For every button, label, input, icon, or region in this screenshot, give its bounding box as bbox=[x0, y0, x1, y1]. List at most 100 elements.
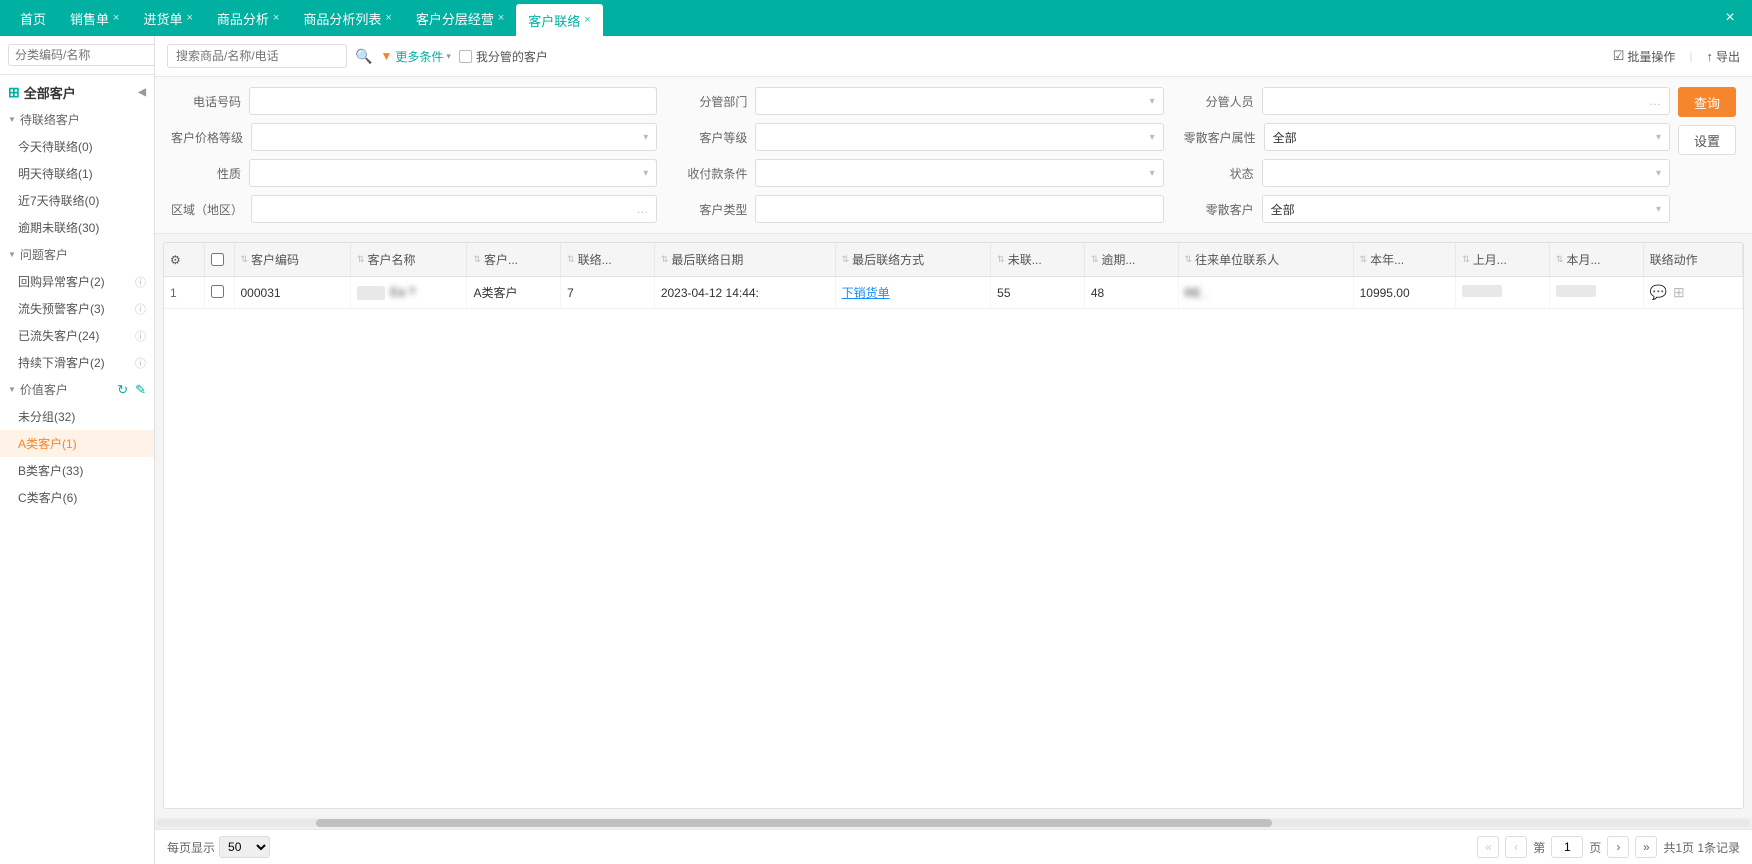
sidebar-item-overdue-contact[interactable]: 逾期未联络(30) bbox=[0, 214, 154, 241]
next-page-button[interactable]: › bbox=[1607, 836, 1629, 858]
scrollbar-track bbox=[157, 819, 1750, 827]
sidebar-item-repurchase-abnormal[interactable]: 回购异常客户(2) ⓘ bbox=[0, 268, 154, 295]
col-header-name[interactable]: ⇅ 客户名称 bbox=[350, 243, 466, 277]
page-number-input[interactable] bbox=[1551, 836, 1583, 858]
info-icon-churn[interactable]: ⓘ bbox=[135, 301, 146, 317]
select-retail[interactable]: 全部 ▾ bbox=[1262, 195, 1670, 223]
col-header-this-year[interactable]: ⇅ 本年... bbox=[1353, 243, 1456, 277]
sidebar-item-c-class[interactable]: C类客户(6) bbox=[0, 484, 154, 511]
query-button[interactable]: 查询 bbox=[1678, 87, 1736, 117]
select-payment[interactable]: ▾ bbox=[755, 159, 1163, 187]
select-dept[interactable]: ▾ bbox=[755, 87, 1163, 115]
customer-name: Ea ? bbox=[390, 285, 415, 299]
first-page-button[interactable]: « bbox=[1477, 836, 1499, 858]
nav-product-analysis[interactable]: 商品分析 × bbox=[205, 0, 291, 36]
chevron-price-level: ▾ bbox=[643, 132, 648, 143]
col-header-contact[interactable]: ⇅ 联络... bbox=[561, 243, 655, 277]
sidebar-item-tomorrow-pending[interactable]: 明天待联络(1) bbox=[0, 160, 154, 187]
sidebar-group-problem-customers[interactable]: ▼ 问题客户 bbox=[0, 241, 154, 268]
label-status: 状态 bbox=[1184, 165, 1254, 182]
sidebar-item-b-class[interactable]: B类客户(33) bbox=[0, 457, 154, 484]
gear-icon[interactable]: ⚙ bbox=[170, 253, 181, 267]
unit-contact-name: RE . bbox=[1185, 286, 1208, 300]
nav-sales[interactable]: 销售单 × bbox=[58, 0, 131, 36]
col-header-this-month[interactable]: ⇅ 本月... bbox=[1549, 243, 1643, 277]
sidebar-item-churned[interactable]: 已流失客户(24) ⓘ bbox=[0, 322, 154, 349]
nav-close-customer-segment[interactable]: × bbox=[498, 12, 504, 24]
col-header-no-contact[interactable]: ⇅ 未联... bbox=[991, 243, 1085, 277]
nav-customer-segment[interactable]: 客户分层经营 × bbox=[404, 0, 516, 36]
sidebar-item-ungrouped[interactable]: 未分组(32) bbox=[0, 403, 154, 430]
cell-checkbox[interactable] bbox=[204, 277, 234, 309]
select-price-level[interactable]: ▾ bbox=[251, 123, 657, 151]
info-icon-churned[interactable]: ⓘ bbox=[135, 328, 146, 344]
contact-method-link[interactable]: 下销货单 bbox=[842, 286, 890, 300]
col-header-overdue[interactable]: ⇅ 逾期... bbox=[1084, 243, 1178, 277]
dots-manager[interactable]: … bbox=[1649, 94, 1661, 108]
input-phone[interactable] bbox=[249, 87, 657, 115]
batch-operation-button[interactable]: ☑ 批量操作 bbox=[1613, 48, 1676, 65]
select-nature[interactable]: ▾ bbox=[249, 159, 657, 187]
nav-close-sales[interactable]: × bbox=[113, 12, 119, 24]
select-all-checkbox[interactable] bbox=[211, 253, 224, 266]
scrollbar-thumb[interactable] bbox=[316, 819, 1272, 827]
nav-product-analysis-list[interactable]: 商品分析列表 × bbox=[291, 0, 403, 36]
main-search-button[interactable]: 🔍 bbox=[355, 48, 372, 65]
batch-op-icon: ☑ bbox=[1613, 48, 1625, 64]
my-customers-checkbox-label[interactable]: 我分管的客户 bbox=[459, 48, 548, 65]
col-header-unit-contact[interactable]: ⇅ 往来单位联系人 bbox=[1178, 243, 1353, 277]
export-icon: ↑ bbox=[1706, 49, 1713, 64]
horizontal-scrollbar[interactable] bbox=[155, 817, 1752, 829]
nav-customer-contact[interactable]: 客户联络 × bbox=[516, 4, 602, 36]
per-page-dropdown[interactable]: 20 50 100 bbox=[219, 836, 270, 858]
nav-close-customer-contact[interactable]: × bbox=[584, 14, 590, 26]
sidebar-item-7days-pending[interactable]: 近7天待联络(0) bbox=[0, 187, 154, 214]
col-header-checkbox[interactable] bbox=[204, 243, 234, 277]
sort-icon-last-month: ⇅ bbox=[1462, 254, 1470, 265]
row-checkbox[interactable] bbox=[211, 285, 224, 298]
sidebar-search-input[interactable] bbox=[8, 44, 155, 66]
chat-action-icon[interactable]: 💬 bbox=[1650, 284, 1667, 301]
nav-close-purchase[interactable]: × bbox=[186, 12, 192, 24]
window-close-button[interactable]: × bbox=[1716, 4, 1744, 32]
sidebar-item-a-class[interactable]: A类客户(1) bbox=[0, 430, 154, 457]
prev-page-button[interactable]: ‹ bbox=[1505, 836, 1527, 858]
sidebar-group-pending-contact[interactable]: ▼ 待联络客户 bbox=[0, 106, 154, 133]
info-icon-repurchase[interactable]: ⓘ bbox=[135, 274, 146, 290]
sidebar-item-today-pending[interactable]: 今天待联络(0) bbox=[0, 133, 154, 160]
input-customer-type[interactable] bbox=[755, 195, 1163, 223]
nav-purchase[interactable]: 进货单 × bbox=[131, 0, 204, 36]
sidebar-item-churn-warning[interactable]: 流失预警客户(3) ⓘ bbox=[0, 295, 154, 322]
export-button[interactable]: ↑ 导出 bbox=[1706, 48, 1740, 65]
setting-button[interactable]: 设置 bbox=[1678, 125, 1736, 155]
edit-value-icon[interactable]: ✎ bbox=[135, 382, 146, 398]
collapse-sidebar-icon[interactable]: ◀ bbox=[138, 87, 146, 98]
select-retail-attr[interactable]: 全部 ▾ bbox=[1264, 123, 1670, 151]
info-icon-declining[interactable]: ⓘ bbox=[135, 355, 146, 371]
content-area: 🔍 ▼ 更多条件 ▾ 我分管的客户 ☑ 批量操作 | ↑ 导出 bbox=[155, 36, 1752, 864]
my-customers-checkbox[interactable] bbox=[459, 50, 472, 63]
qr-action-icon[interactable]: ⊞ bbox=[1673, 284, 1685, 301]
col-header-last-contact-date[interactable]: ⇅ 最后联络日期 bbox=[654, 243, 835, 277]
col-header-category[interactable]: ⇅ 客户... bbox=[467, 243, 561, 277]
col-header-gear[interactable]: ⚙ bbox=[164, 243, 204, 277]
filter-cell-retail-attr: 零散客户属性 全部 ▾ bbox=[1184, 123, 1670, 151]
nav-home[interactable]: 首页 bbox=[8, 0, 58, 36]
main-search-input[interactable] bbox=[167, 44, 347, 68]
last-page-button[interactable]: » bbox=[1635, 836, 1657, 858]
input-region[interactable]: … bbox=[251, 195, 657, 223]
col-header-last-contact-method[interactable]: ⇅ 最后联络方式 bbox=[835, 243, 991, 277]
refresh-value-icon[interactable]: ↻ bbox=[117, 382, 128, 398]
more-filter-button[interactable]: ▼ 更多条件 ▾ bbox=[380, 48, 450, 65]
nav-close-product-analysis[interactable]: × bbox=[273, 12, 279, 24]
col-header-last-month[interactable]: ⇅ 上月... bbox=[1456, 243, 1550, 277]
col-header-code[interactable]: ⇅ 客户编码 bbox=[234, 243, 350, 277]
input-manager[interactable]: … bbox=[1262, 87, 1670, 115]
dots-region[interactable]: … bbox=[636, 202, 648, 216]
sidebar-group-value-customers[interactable]: ▼ 价值客户 ↻ ✎ bbox=[0, 376, 154, 403]
select-status[interactable]: ▾ bbox=[1262, 159, 1670, 187]
sidebar-item-declining[interactable]: 持续下滑客户(2) ⓘ bbox=[0, 349, 154, 376]
col-header-action: 联络动作 bbox=[1643, 243, 1742, 277]
nav-close-product-analysis-list[interactable]: × bbox=[385, 12, 391, 24]
select-customer-level[interactable]: ▾ bbox=[755, 123, 1163, 151]
